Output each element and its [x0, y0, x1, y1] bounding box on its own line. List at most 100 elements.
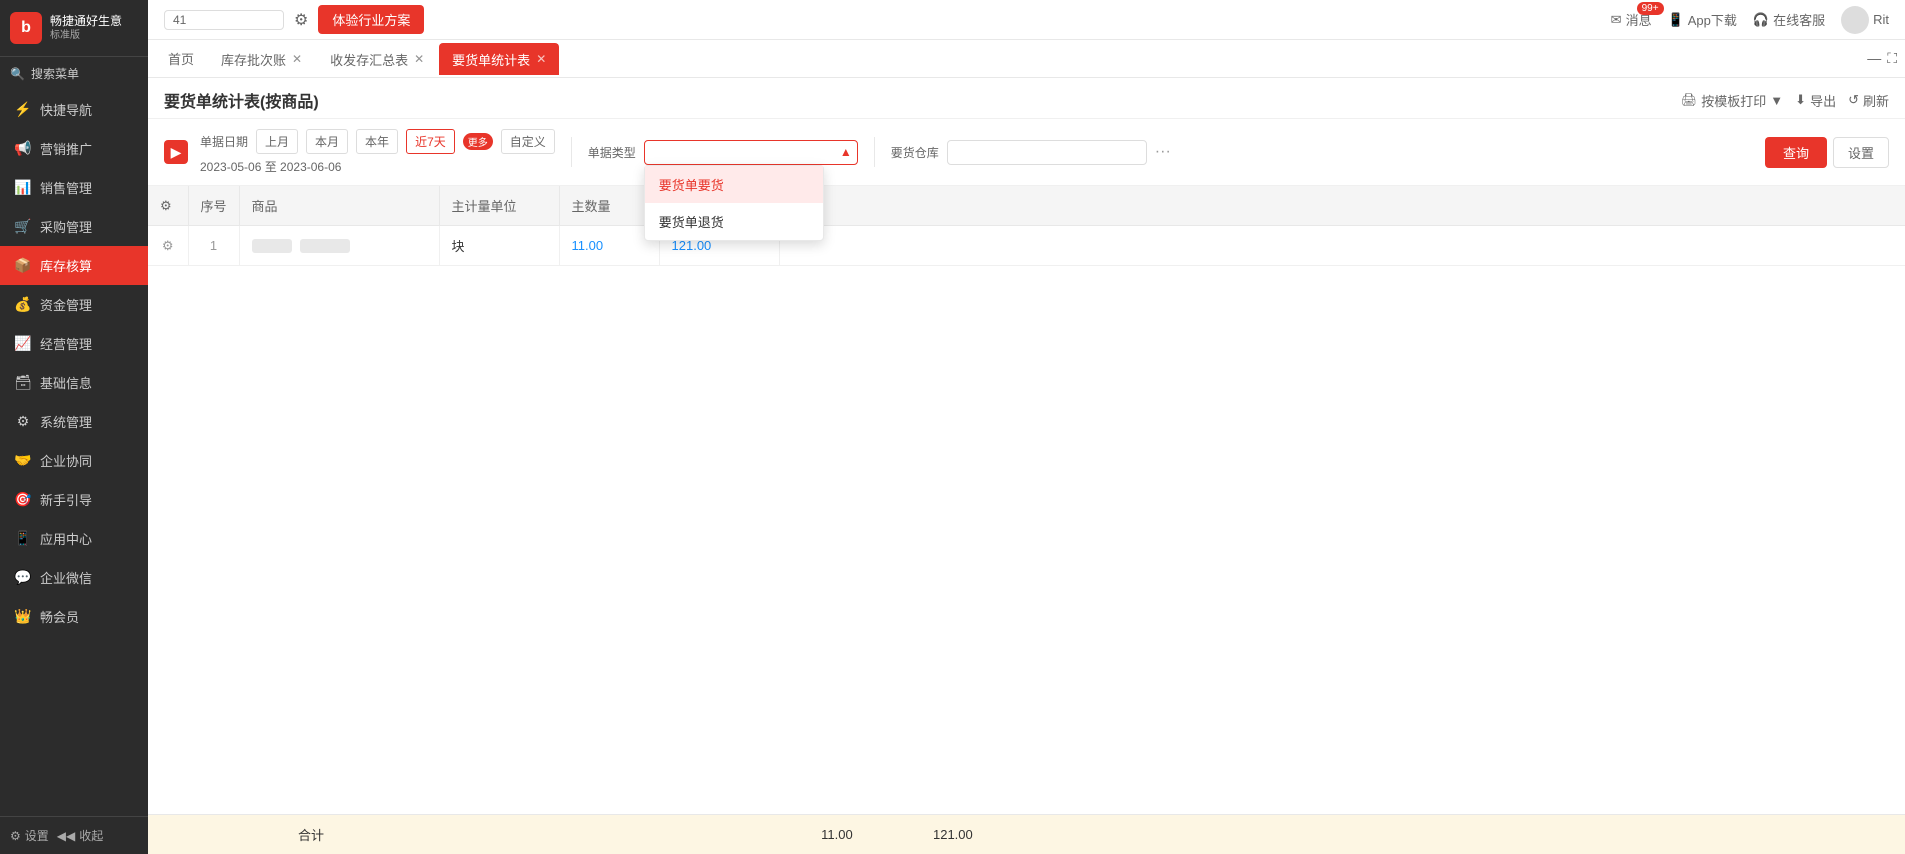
settings-button-filter[interactable]: 设置 — [1833, 137, 1889, 168]
logo-title: 畅捷通好生意 — [50, 13, 122, 30]
filter-expand-button[interactable]: ▶ — [164, 140, 188, 164]
tab-receipt-summary[interactable]: 收发存汇总表 ✕ — [317, 43, 437, 75]
search-label: 搜索菜单 — [31, 65, 79, 82]
system-icon: ⚙ — [14, 413, 32, 431]
tab-maximize-icon[interactable]: ⛶ — [1887, 50, 1897, 67]
page-title: 要货单统计表(按商品) — [164, 88, 319, 112]
sidebar-item-label: 应用中心 — [40, 529, 92, 548]
message-badge: 99+ — [1637, 2, 1664, 15]
data-table: ⚙ 序号 商品 主计量单位 主数量 零售金额 ⚙ 1 — [148, 186, 1905, 266]
tab-batch-account[interactable]: 库存批次账 ✕ — [208, 43, 315, 75]
date-btn-custom[interactable]: 自定义 — [501, 129, 555, 154]
col-settings[interactable]: ⚙ — [148, 186, 188, 226]
logo-icon: b — [10, 12, 42, 44]
sidebar-item-enterprise[interactable]: 🤝 企业协同 — [0, 441, 148, 480]
page-content: 要货单统计表(按商品) 🖨 按模板打印 ▼ ⬇ 导出 ↺ 刷新 ▶ — [148, 78, 1905, 854]
phone-icon: 📱 — [1668, 12, 1684, 28]
sidebar-item-wechat[interactable]: 💬 企业微信 — [0, 558, 148, 597]
collapse-icon: ◀◀ — [57, 829, 75, 843]
sidebar-item-finance[interactable]: 💰 资金管理 — [0, 285, 148, 324]
sidebar-item-member[interactable]: 👑 畅会员 — [0, 597, 148, 636]
app-download-button[interactable]: 📱 App下载 — [1668, 10, 1737, 29]
warehouse-filter-section: 要货仓库 ··· — [891, 140, 1753, 165]
sidebar-item-app-center[interactable]: 📱 应用中心 — [0, 519, 148, 558]
dropdown-item-order-return[interactable]: 要货单退货 — [645, 203, 823, 240]
footer-amount: 121.00 — [865, 827, 985, 842]
message-button[interactable]: ✉ 消息 99+ — [1611, 10, 1652, 29]
footer-quantity: 11.00 — [745, 827, 865, 842]
print-icon: 🖨 — [1681, 92, 1698, 108]
sidebar-item-label: 资金管理 — [40, 295, 92, 314]
top-header: ⚙ 体验行业方案 ✉ 消息 99+ 📱 App下载 🎧 在线客服 Rit — [148, 0, 1905, 40]
sidebar-item-label: 库存核算 — [40, 256, 92, 275]
sidebar-item-label: 采购管理 — [40, 217, 92, 236]
sidebar-item-sales[interactable]: 📊 销售管理 — [0, 168, 148, 207]
app-logo: b 畅捷通好生意 标准版 — [0, 0, 148, 57]
enterprise-icon: 🤝 — [14, 452, 32, 470]
sidebar-bottom: ⚙ 设置 ◀◀ 收起 — [0, 816, 148, 854]
refresh-button[interactable]: ↺ 刷新 — [1848, 91, 1889, 110]
col-index: 序号 — [188, 186, 239, 226]
query-button[interactable]: 查询 — [1765, 137, 1827, 168]
sidebar-item-quick-nav[interactable]: ⚡ 快捷导航 — [0, 90, 148, 129]
col-unit: 主计量单位 — [439, 186, 559, 226]
warehouse-input[interactable] — [947, 140, 1147, 165]
tab-close-batch[interactable]: ✕ — [292, 52, 302, 66]
filter-bar: ▶ 单据日期 上月 本月 本年 近7天 更多 自定义 2023-05-06 至 … — [148, 119, 1905, 186]
sidebar-item-label: 新手引导 — [40, 490, 92, 509]
page-header: 要货单统计表(按商品) 🖨 按模板打印 ▼ ⬇ 导出 ↺ 刷新 — [148, 78, 1905, 119]
tab-order-summary[interactable]: 要货单统计表 ✕ — [439, 43, 559, 75]
warehouse-more-icon[interactable]: ··· — [1155, 143, 1171, 161]
sidebar-item-guide[interactable]: 🎯 新手引导 — [0, 480, 148, 519]
row-unit: 块 — [439, 226, 559, 266]
sidebar: b 畅捷通好生意 标准版 🔍 搜索菜单 ⚡ 快捷导航 📢 营销推广 📊 销售管理… — [0, 0, 148, 854]
purchase-icon: 🛒 — [14, 218, 32, 236]
sidebar-item-purchase[interactable]: 🛒 采购管理 — [0, 207, 148, 246]
print-button[interactable]: 🖨 按模板打印 ▼ — [1681, 91, 1783, 110]
finance-icon: 💰 — [14, 296, 32, 314]
row-settings[interactable]: ⚙ — [148, 226, 188, 266]
dropdown-item-order-purchase[interactable]: 要货单要货 — [645, 166, 823, 203]
search-menu[interactable]: 🔍 搜索菜单 — [0, 57, 148, 90]
sidebar-item-basic-info[interactable]: 🗃 基础信息 — [0, 363, 148, 402]
online-service-button[interactable]: 🎧 在线客服 — [1753, 10, 1825, 29]
collapse-button[interactable]: ◀◀ 收起 — [57, 827, 103, 844]
user-avatar — [1841, 6, 1869, 34]
sidebar-nav: ⚡ 快捷导航 📢 营销推广 📊 销售管理 🛒 采购管理 📦 库存核算 💰 资金管… — [0, 90, 148, 816]
sidebar-item-label: 基础信息 — [40, 373, 92, 392]
sidebar-item-marketing[interactable]: 📢 营销推广 — [0, 129, 148, 168]
date-btn-this-month[interactable]: 本月 — [306, 129, 348, 154]
header-settings-icon[interactable]: ⚙ — [294, 10, 308, 30]
trial-button[interactable]: 体验行业方案 — [318, 5, 424, 34]
table-footer: 合计 11.00 121.00 — [148, 814, 1905, 854]
type-select-input[interactable] — [644, 140, 858, 165]
sidebar-item-inventory[interactable]: 📦 库存核算 — [0, 246, 148, 285]
tab-home[interactable]: 首页 — [156, 43, 206, 74]
date-filter-section: 单据日期 上月 本月 本年 近7天 更多 自定义 2023-05-06 至 20… — [200, 129, 555, 175]
date-btn-this-year[interactable]: 本年 — [356, 129, 398, 154]
filter-buttons: 查询 设置 — [1765, 137, 1889, 168]
headset-icon: 🎧 — [1753, 12, 1769, 28]
sidebar-item-system[interactable]: ⚙ 系统管理 — [0, 402, 148, 441]
tab-minimize-icon[interactable]: — — [1867, 50, 1881, 67]
user-name: Rit — [1873, 12, 1889, 27]
user-profile[interactable]: Rit — [1841, 6, 1889, 34]
sidebar-item-label: 销售管理 — [40, 178, 92, 197]
breadcrumb-input[interactable] — [164, 10, 284, 30]
export-button[interactable]: ⬇ 导出 — [1795, 91, 1836, 110]
sidebar-item-operations[interactable]: 📈 经营管理 — [0, 324, 148, 363]
date-btn-last-month[interactable]: 上月 — [256, 129, 298, 154]
warehouse-filter-label: 要货仓库 — [891, 144, 939, 161]
settings-button[interactable]: ⚙ 设置 — [10, 827, 49, 844]
product-sku-placeholder — [300, 239, 350, 253]
quantity-link[interactable]: 11.00 — [572, 238, 604, 253]
type-select-wrapper: ▲ 要货单要货 要货单退货 — [644, 140, 858, 165]
guide-icon: 🎯 — [14, 491, 32, 509]
filter-divider-1 — [571, 137, 572, 167]
tab-close-order[interactable]: ✕ — [536, 52, 546, 66]
product-name-placeholder — [252, 239, 292, 253]
tab-close-receipt[interactable]: ✕ — [414, 52, 424, 66]
refresh-icon: ↺ — [1848, 92, 1859, 108]
search-icon: 🔍 — [10, 67, 25, 81]
date-btn-recent-7[interactable]: 近7天 — [406, 129, 455, 154]
